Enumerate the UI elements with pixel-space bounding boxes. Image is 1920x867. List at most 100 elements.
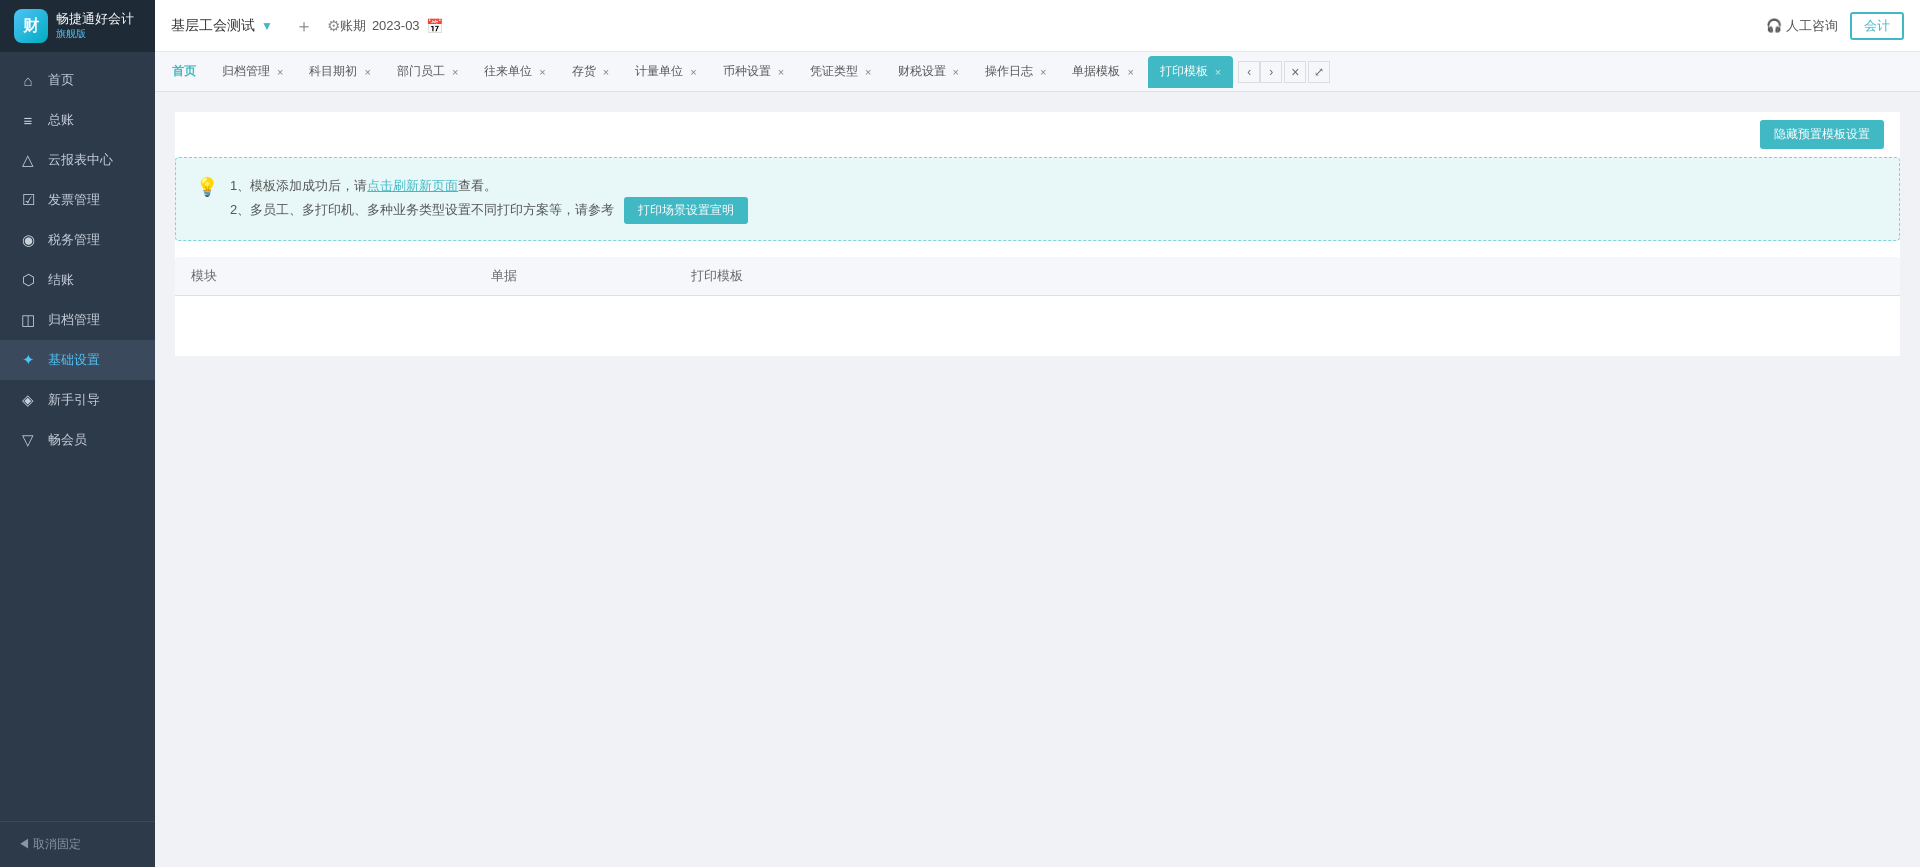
topbar: 基层工会测试 ▼ ＋ ⚙ 账期 2023-03 📅 🎧 人工咨询 会计 [155,0,1920,52]
nav-icon-reports: △ [18,151,38,169]
refresh-link[interactable]: 点击刷新新页面 [367,178,458,193]
tab-label-subject_init: 科目期初 [309,63,357,80]
nav-icon-archive: ◫ [18,311,38,329]
content-wrapper: 隐藏预置模板设置 💡 1、模板添加成功后，请点击刷新新页面查看。 2、多员工、多… [175,112,1900,356]
col-single: 单据 [491,267,691,285]
app-name: 畅捷通好会计 [56,11,134,28]
tab-voucher_type[interactable]: 凭证类型× [798,56,883,88]
period-selector[interactable]: 账期 2023-03 📅 [340,17,443,35]
sidebar-nav: ⌂ 首页 ≡总账 △ 云报表中心 ☑ 发票管理 ◉ 税务管理 ⬡ 结账 ◫ 归档管理 ✦基础设置◈新手引导… [0,52,155,821]
table-body [175,296,1900,356]
col-template: 打印模板 [691,267,1884,285]
nav-icon-close: ⬡ [18,271,38,289]
tab-close-dept_staff[interactable]: × [452,66,458,78]
tab-close-op_log[interactable]: × [1040,66,1046,78]
tab-archive_mgmt[interactable]: 归档管理× [210,56,295,88]
tab-close-print_template[interactable]: × [1215,66,1221,78]
tab-close-voucher_type[interactable]: × [865,66,871,78]
tab-close-archive_mgmt[interactable]: × [277,66,283,78]
nav-icon-invoice: ☑ [18,191,38,209]
tab-dept_staff[interactable]: 部门员工 × [385,56,470,88]
tab-close-subject_init[interactable]: × [364,66,370,78]
nav-label-home: 首页 [48,71,74,89]
settings-icon[interactable]: ⚙ [327,17,340,35]
hide-template-btn[interactable]: 隐藏预置模板设置 [1760,120,1884,149]
nav-icon-home: ⌂ [18,72,38,89]
sidebar-item-archive[interactable]: ◫ 归档管理 [0,300,155,340]
info-box: 💡 1、模板添加成功后，请点击刷新新页面查看。 2、多员工、多打印机、多种业务类… [175,157,1900,241]
info-line-2: 2、多员工、多打印机、多种业务类型设置不同打印方案等，请参考 打印场景设置宣明 [230,197,1879,224]
tab-prev-btn[interactable]: ‹ [1238,61,1260,83]
tab-close-customer[interactable]: × [539,66,545,78]
huiji-button[interactable]: 会计 [1850,12,1904,40]
nav-label-archive: 归档管理 [48,311,100,329]
tab-next-btn[interactable]: › [1260,61,1282,83]
info-content: 1、模板添加成功后，请点击刷新新页面查看。 2、多员工、多打印机、多种业务类型设… [230,174,1879,224]
tab-label-customer: 往来单位 [484,63,532,80]
tab-expand-btn[interactable]: ⤢ [1308,61,1330,83]
info-line1-post: 查看。 [458,178,497,193]
headphone-icon: 🎧 [1766,18,1782,33]
sidebar-item-basic[interactable]: ✦基础设置 [0,340,155,380]
period-label: 账期 [340,17,366,35]
tab-close-currency[interactable]: × [778,66,784,78]
calendar-icon[interactable]: 📅 [426,18,443,34]
tab-single_form[interactable]: 单据模板× [1060,56,1145,88]
sidebar-item-vip[interactable]: ▽畅会员 [0,420,155,460]
nav-label-basic: 基础设置 [48,351,100,369]
table-header: 模块 单据 打印模板 [175,257,1900,296]
sidebar-item-close[interactable]: ⬡ 结账 [0,260,155,300]
tab-op_log[interactable]: 操作日志 × [973,56,1058,88]
help-label: 人工咨询 [1786,17,1838,35]
tab-close-inventory[interactable]: × [603,66,609,78]
sidebar: 财 畅捷通好会计 旗舰版 ⌂首页≡总账△云报表中心☑发票管理◉税务管理⬡结账◫归… [0,0,155,867]
tab-customer[interactable]: 往来单位 × [472,56,557,88]
tab-print_template[interactable]: 打印模板 × [1148,56,1233,88]
nav-label-close: 结账 [48,271,74,289]
tab-label-dept_staff: 部门员工 [397,63,445,80]
tab-close-single_form[interactable]: × [1127,66,1133,78]
tab-label-currency: 币种设置 [723,63,771,80]
add-tab-icon[interactable]: ＋ [295,14,313,38]
info-line-1: 1、模板添加成功后，请点击刷新新页面查看。 [230,174,1879,197]
tab-bar: 首页归档管理×科目期初×部门员工×往来单位×存货×计量单位×币种设置×凭证类型×… [155,52,1920,92]
tab-close-all-btn[interactable]: × [1284,61,1306,83]
info-line1-pre: 1、模板添加成功后，请 [230,178,367,193]
nav-label-tax: 税务管理 [48,231,100,249]
sidebar-item-reports[interactable]: △ 云报表中心 [0,140,155,180]
help-button[interactable]: 🎧 人工咨询 [1766,17,1838,35]
sidebar-item-ledger[interactable]: ≡总账 [0,100,155,140]
tab-currency[interactable]: 币种设置 × [711,56,796,88]
project-dropdown-icon[interactable]: ▼ [261,19,273,33]
logo-text-block: 畅捷通好会计 旗舰版 [56,11,134,42]
tab-close-tax_setting[interactable]: × [953,66,959,78]
tab-label-print_template: 打印模板 [1160,63,1208,80]
tab-inventory[interactable]: 存货× [560,56,621,88]
tab-close-measure_unit[interactable]: × [690,66,696,78]
tab-home[interactable]: 首页 [160,56,208,88]
page-content: 隐藏预置模板设置 💡 1、模板添加成功后，请点击刷新新页面查看。 2、多员工、多… [155,92,1920,867]
tab-label-op_log: 操作日志 [985,63,1033,80]
tab-label-tax_setting: 财税设置 [898,63,946,80]
nav-label-reports: 云报表中心 [48,151,113,169]
period-value: 2023-03 [372,18,420,33]
top-actions-bar: 隐藏预置模板设置 [175,112,1900,157]
nav-label-ledger: 总账 [48,111,74,129]
tab-label-measure_unit: 计量单位 [635,63,683,80]
col-module: 模块 [191,267,491,285]
nav-label-invoice: 发票管理 [48,191,100,209]
project-selector[interactable]: 基层工会测试 ▼ [171,17,279,35]
tab-tax_setting[interactable]: 财税设置 × [886,56,971,88]
sidebar-item-tax[interactable]: ◉ 税务管理 [0,220,155,260]
nav-label-guide: 新手引导 [48,391,100,409]
bulb-icon: 💡 [196,176,218,198]
print-guide-btn[interactable]: 打印场景设置宣明 [624,197,748,224]
sidebar-item-guide[interactable]: ◈新手引导 [0,380,155,420]
main-area: 基层工会测试 ▼ ＋ ⚙ 账期 2023-03 📅 🎧 人工咨询 会计 首页归档… [155,0,1920,867]
sidebar-item-home[interactable]: ⌂ 首页 [0,60,155,100]
sidebar-cancel-fixed[interactable]: ◀ 取消固定 [0,821,155,867]
tab-subject_init[interactable]: 科目期初 × [297,56,382,88]
sidebar-item-invoice[interactable]: ☑ 发票管理 [0,180,155,220]
nav-icon-tax: ◉ [18,231,38,249]
tab-measure_unit[interactable]: 计量单位 × [623,56,708,88]
